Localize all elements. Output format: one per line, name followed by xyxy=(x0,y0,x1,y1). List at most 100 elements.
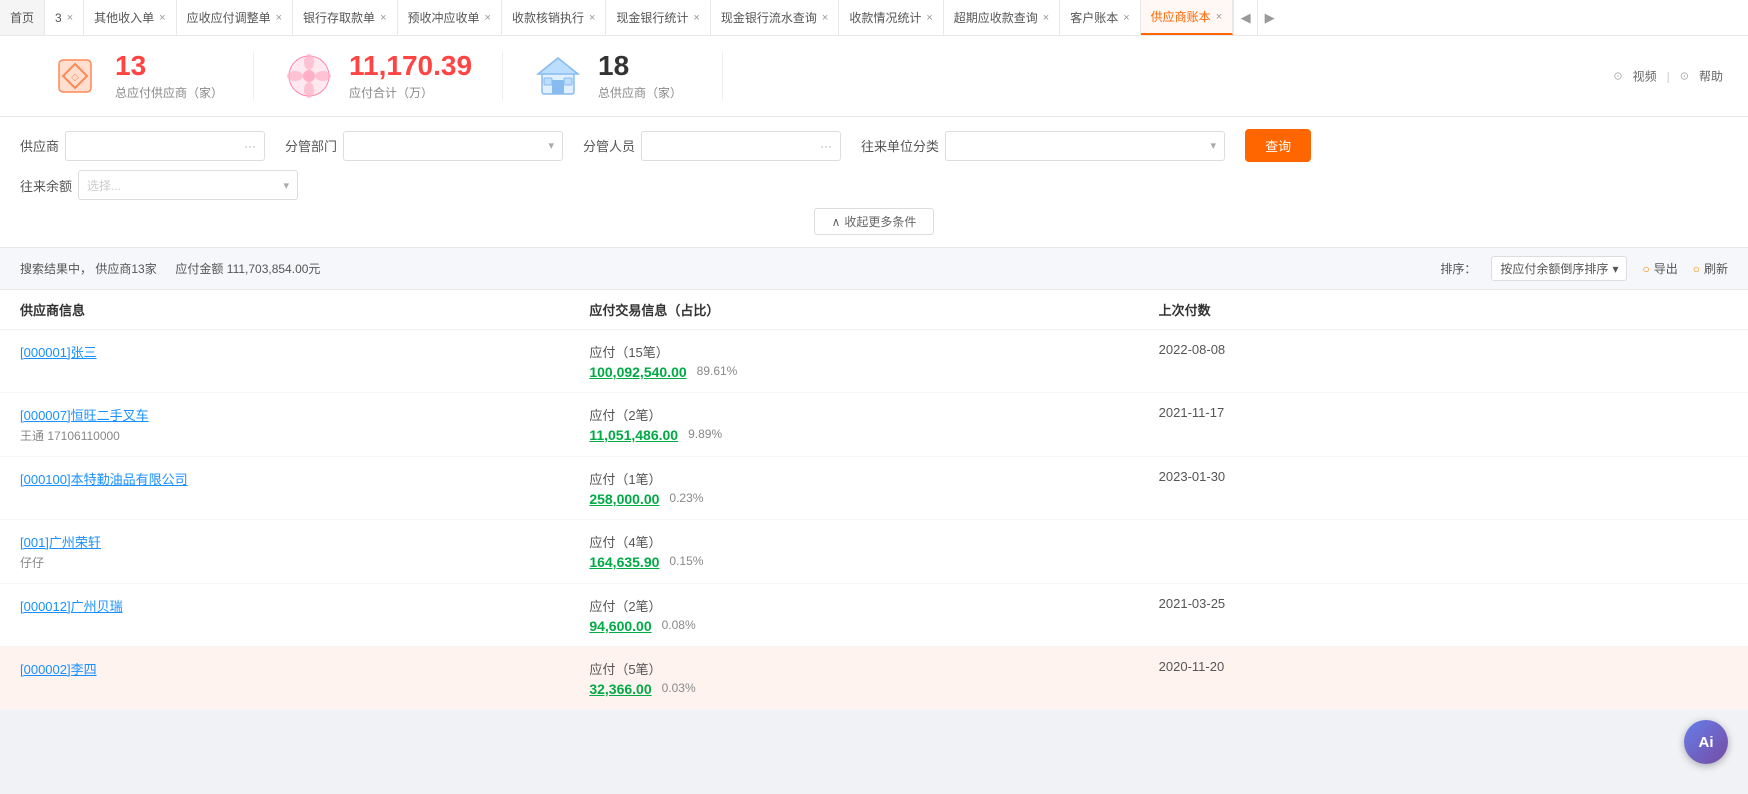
total-suppliers-label: 总供应商（家） xyxy=(598,84,682,101)
nav-tab-other-income-close[interactable]: × xyxy=(159,12,165,24)
nav-tab-receipt-stat-close[interactable]: × xyxy=(926,12,932,24)
last-pay-cell: 2020-11-20 xyxy=(1159,659,1728,674)
nav-tab-receipt-verify-label: 收款核销执行 xyxy=(512,9,584,26)
nav-tab-bank-deposit-close[interactable]: × xyxy=(380,12,386,24)
supplier-info-cell: [000001]张三 xyxy=(20,342,589,361)
summary-text-ap-amount: 11,170.39 应付合计（万） xyxy=(349,52,472,101)
nav-tab-prepay[interactable]: 预收冲应收单 × xyxy=(398,0,502,35)
supplier-link[interactable]: [000007]恒旺二手叉车 xyxy=(20,405,589,424)
nav-tab-receipt-stat-label: 收款情况统计 xyxy=(849,9,921,26)
export-icon: ○ xyxy=(1642,262,1649,276)
filter-item-unit-class: 往来单位分类 ▾ xyxy=(861,131,1225,161)
nav-tab-cash-bank-query-close[interactable]: × xyxy=(822,12,828,24)
table-row: [000001]张三 应付（15笔） 100,092,540.00 89.61%… xyxy=(0,330,1748,393)
nav-tab-prepay-close[interactable]: × xyxy=(485,12,491,24)
filter-area: 供应商 ··· 分管部门 ▾ 分管人员 ··· 往来单位分类 ▾ xyxy=(0,117,1748,248)
supplier-info-cell: [000012]广州贝瑞 xyxy=(20,596,589,615)
trans-label: 应付（15笔） xyxy=(589,342,1158,361)
nav-tab-receipt-stat[interactable]: 收款情况统计 × xyxy=(839,0,943,35)
trans-amount[interactable]: 164,635.90 xyxy=(589,554,659,570)
dept-filter-select[interactable]: ▾ xyxy=(343,131,563,161)
nav-tab-t3[interactable]: 3 × xyxy=(45,0,84,35)
trans-amount[interactable]: 11,051,486.00 xyxy=(589,427,678,443)
main-content: 供应商信息 应付交易信息（占比） 上次付数 [000001]张三 应付（15笔）… xyxy=(0,290,1748,710)
last-pay-date: 2022-08-08 xyxy=(1159,342,1226,357)
nav-tab-supplier-account-close[interactable]: × xyxy=(1216,11,1222,23)
trans-percent: 9.89% xyxy=(688,427,722,441)
supplier-link[interactable]: [000012]广州贝瑞 xyxy=(20,596,589,615)
video-link[interactable]: 视频 xyxy=(1633,68,1657,85)
nav-tab-other-income[interactable]: 其他收入单 × xyxy=(84,0,176,35)
nav-tab-customer-account-close[interactable]: × xyxy=(1123,12,1129,24)
table-row: [000007]恒旺二手叉车 王通 17106110000 应付（2笔） 11,… xyxy=(0,393,1748,457)
nav-tab-home[interactable]: 首页 xyxy=(0,0,45,35)
nav-tab-bank-deposit-label: 银行存取款单 xyxy=(303,9,375,26)
sort-select[interactable]: 按应付余额倒序排序 ▾ xyxy=(1491,256,1627,281)
supplier-link[interactable]: [001]广州荣轩 xyxy=(20,532,589,551)
result-bar: 搜索结果中， 供应商13家 应付金额 111,703,854.00元 排序： 按… xyxy=(0,248,1748,290)
top-navigation: 首页 3 × 其他收入单 × 应收应付调整单 × 银行存取款单 × 预收冲应收单… xyxy=(0,0,1748,36)
nav-tab-t3-close[interactable]: × xyxy=(67,12,73,24)
nav-tab-ap-adjustment[interactable]: 应收应付调整单 × xyxy=(177,0,293,35)
trans-info-cell: 应付（4笔） 164,635.90 0.15% xyxy=(589,532,1158,570)
help-circle-icon: ⊙ xyxy=(1680,70,1689,83)
ap-amount-value: 11,170.39 xyxy=(349,52,472,80)
nav-next-button[interactable]: ▶ xyxy=(1257,0,1281,35)
dept-filter-label: 分管部门 xyxy=(285,136,337,155)
collapse-more-button[interactable]: ∧ 收起更多条件 xyxy=(814,208,934,235)
trans-label: 应付（5笔） xyxy=(589,659,1158,678)
trans-amount[interactable]: 100,092,540.00 xyxy=(589,364,686,380)
last-pay-cell: 2022-08-08 xyxy=(1159,342,1728,357)
nav-tab-cash-bank-query[interactable]: 现金银行流水查询 × xyxy=(711,0,839,35)
person-filter-input[interactable]: ··· xyxy=(641,131,841,161)
nav-tab-bank-deposit[interactable]: 银行存取款单 × xyxy=(293,0,397,35)
top-right-links: ⊙ 视频 | ⊙ 帮助 xyxy=(1608,68,1728,85)
last-pay-cell: 2021-11-17 xyxy=(1159,405,1728,420)
trans-amount[interactable]: 258,000.00 xyxy=(589,491,659,507)
balance-filter-select[interactable]: 选择... ▾ xyxy=(78,170,298,200)
summary-item-ap-suppliers: ◇ 13 总应付供应商（家） xyxy=(20,51,254,101)
nav-tab-customer-account[interactable]: 客户账本 × xyxy=(1060,0,1140,35)
query-button[interactable]: 查询 xyxy=(1245,129,1311,162)
ai-assistant-button[interactable]: Ai xyxy=(1684,720,1728,764)
supplier-link[interactable]: [000002]李四 xyxy=(20,659,589,678)
filter-item-dept: 分管部门 ▾ xyxy=(285,131,563,161)
nav-tab-receipt-verify-close[interactable]: × xyxy=(589,12,595,24)
total-suppliers-value: 18 xyxy=(598,52,682,80)
nav-tab-cash-bank-stat[interactable]: 现金银行统计 × xyxy=(606,0,710,35)
refresh-button[interactable]: ○ 刷新 xyxy=(1693,260,1728,277)
last-pay-cell: 2021-03-25 xyxy=(1159,596,1728,611)
balance-chevron-icon: ▾ xyxy=(283,179,289,192)
last-pay-date: 2020-11-20 xyxy=(1159,659,1225,674)
trans-info-cell: 应付（1笔） 258,000.00 0.23% xyxy=(589,469,1158,507)
ai-label: Ai xyxy=(1699,734,1714,751)
nav-prev-button[interactable]: ◀ xyxy=(1233,0,1257,35)
trans-amount[interactable]: 32,366.00 xyxy=(589,681,651,697)
refresh-icon: ○ xyxy=(1693,262,1700,276)
svg-text:◇: ◇ xyxy=(71,72,79,83)
supplier-link[interactable]: [000100]本特勤油品有限公司 xyxy=(20,469,589,488)
header-supplier-info: 供应商信息 xyxy=(20,300,589,319)
last-pay-date: 2023-01-30 xyxy=(1159,469,1226,484)
unit-class-filter-select[interactable]: ▾ xyxy=(945,131,1225,161)
nav-tab-receipt-verify[interactable]: 收款核销执行 × xyxy=(502,0,606,35)
trans-amount[interactable]: 94,600.00 xyxy=(589,618,651,634)
filter-item-person: 分管人员 ··· xyxy=(583,131,841,161)
nav-tab-supplier-account[interactable]: 供应商账本 × xyxy=(1141,0,1233,35)
trans-info-cell: 应付（2笔） 11,051,486.00 9.89% xyxy=(589,405,1158,443)
export-label: 导出 xyxy=(1654,260,1678,277)
result-suppliers-count: 供应商13家 xyxy=(95,262,156,276)
diamond-icon: ◇ xyxy=(50,51,100,101)
data-table: 供应商信息 应付交易信息（占比） 上次付数 [000001]张三 应付（15笔）… xyxy=(0,290,1748,710)
nav-tab-overdue-query-close[interactable]: × xyxy=(1043,12,1049,24)
nav-tab-other-income-label: 其他收入单 xyxy=(94,9,154,26)
help-link[interactable]: 帮助 xyxy=(1699,68,1723,85)
nav-tab-ap-adjustment-close[interactable]: × xyxy=(276,12,282,24)
supplier-link[interactable]: [000001]张三 xyxy=(20,342,589,361)
trans-percent: 0.08% xyxy=(662,618,696,632)
supplier-filter-input[interactable]: ··· xyxy=(65,131,265,161)
export-button[interactable]: ○ 导出 xyxy=(1642,260,1677,277)
nav-tab-cash-bank-query-label: 现金银行流水查询 xyxy=(721,9,817,26)
nav-tab-cash-bank-stat-close[interactable]: × xyxy=(693,12,699,24)
nav-tab-overdue-query[interactable]: 超期应收款查询 × xyxy=(944,0,1060,35)
